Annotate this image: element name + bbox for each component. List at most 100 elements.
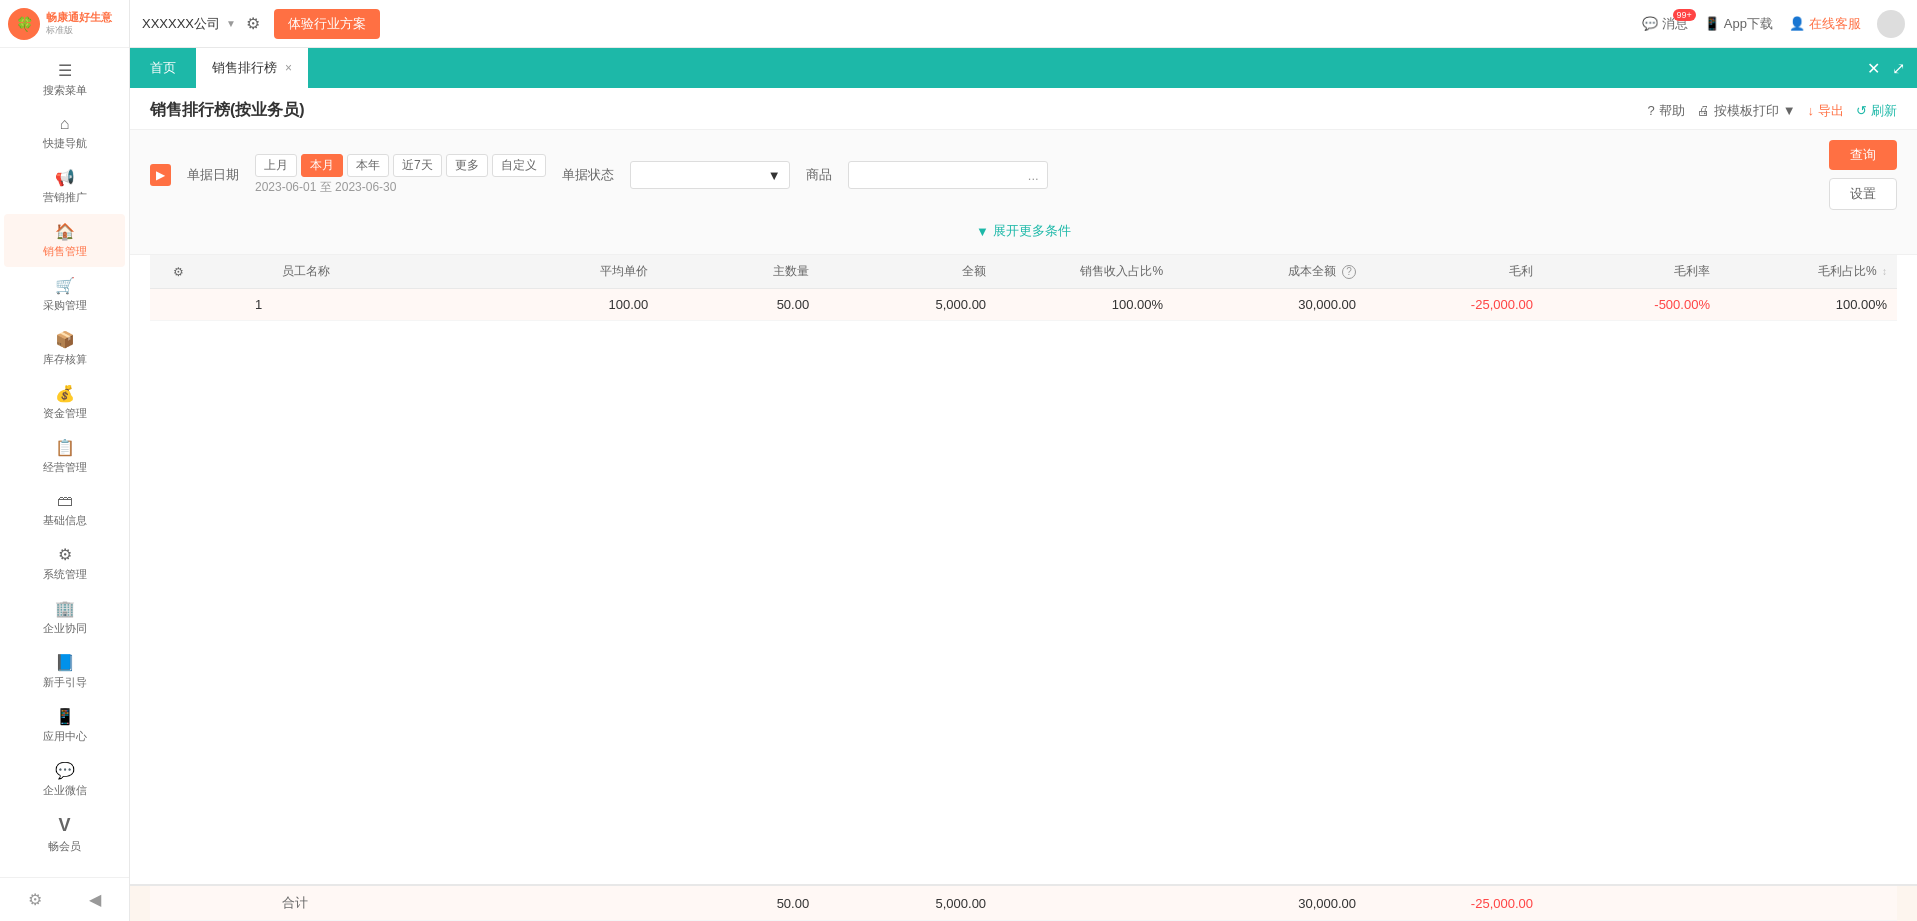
date-btn-7days[interactable]: 近7天 [393,154,442,177]
topbar-gear-icon[interactable]: ⚙ [246,14,260,33]
tab-home[interactable]: 首页 [130,48,196,88]
refresh-btn[interactable]: ↺ 刷新 [1856,102,1897,120]
footer-spacer [150,886,208,921]
sidebar-item-search-order[interactable]: ☰ 搜索菜单 [4,53,125,106]
filter-collapse-btn[interactable]: ▶ [150,164,171,186]
tab-active-label: 销售排行榜 [212,59,277,77]
footer-amount: 5,000.00 [819,886,996,921]
filter-bar: ▶ 单据日期 上月 本月 本年 近7天 更多 自定义 2023-06-01 至 … [130,130,1917,255]
sidebar-item-sales[interactable]: 🏠 销售管理 [4,214,125,267]
filter-row-1: ▶ 单据日期 上月 本月 本年 近7天 更多 自定义 2023-06-01 至 … [150,140,1897,210]
message-btn[interactable]: 💬 消息 99+ [1642,15,1688,33]
logo-icon: 🍀 [8,8,40,40]
row-settings [150,289,208,321]
help-label: 帮助 [1659,102,1685,120]
sidebar-item-inventory[interactable]: 📦 库存核算 [4,322,125,375]
template-print-btn[interactable]: 🖨 按模板打印 ▼ [1697,102,1796,120]
settings-footer-icon[interactable]: ⚙ [24,886,46,913]
ranking-table: ⚙ 员工名称 平均单价 主数量 全额 [150,255,1897,321]
help-icon: ? [1647,103,1654,118]
date-btn-custom[interactable]: 自定义 [492,154,546,177]
finance-icon: 💰 [55,384,75,403]
sidebar-item-guide[interactable]: 📘 新手引导 [4,645,125,698]
trial-btn[interactable]: 体验行业方案 [274,9,380,39]
goods-filter-label: 商品 [806,166,832,184]
footer-avg-price [497,886,658,921]
sidebar-item-app-center[interactable]: 📱 应用中心 [4,699,125,752]
topbar-right: 💬 消息 99+ 📱 App下载 👤 在线客服 [1642,10,1905,38]
row-sales-pct: 100.00% [996,289,1173,321]
col-qty: 主数量 [658,255,819,289]
sidebar-item-label: 畅会员 [48,839,81,854]
date-btn-this-month[interactable]: 本月 [301,154,343,177]
expand-icon: ▼ [976,224,989,239]
col-cost: 成本全额 ? [1173,255,1366,289]
sidebar-item-finance[interactable]: 💰 资金管理 [4,376,125,429]
profit-pct-sort-icon[interactable]: ↕ [1882,266,1887,277]
date-btn-more[interactable]: 更多 [446,154,488,177]
tab-close-icon[interactable]: × [285,61,292,75]
settings-btn[interactable]: 设置 [1829,178,1897,210]
date-range-display: 2023-06-01 至 2023-06-30 [255,179,546,196]
date-filter-label: 单据日期 [187,166,239,184]
goods-input-more-icon: ... [1028,168,1039,183]
online-service-btn[interactable]: 👤 在线客服 [1789,15,1861,33]
purchase-icon: 🛒 [55,276,75,295]
table-wrap: ⚙ 员工名称 平均单价 主数量 全额 [130,255,1917,884]
company-selector[interactable]: XXXXXX公司 ▼ [142,15,236,33]
export-label: 导出 [1818,102,1844,120]
cost-info-icon[interactable]: ? [1342,265,1356,279]
sidebar-item-quick-nav[interactable]: ⌂ 快捷导航 [4,107,125,159]
date-btn-last-month[interactable]: 上月 [255,154,297,177]
col-amount: 全额 [819,255,996,289]
col-rank [208,255,272,289]
settings-col-icon[interactable]: ⚙ [173,265,184,279]
sidebar-item-label: 基础信息 [43,513,87,528]
col-settings: ⚙ [150,255,208,289]
footer-qty: 50.00 [658,886,819,921]
tab-close-window-icon[interactable]: ✕ [1867,59,1880,78]
sidebar-item-basic-info[interactable]: 🗃 基础信息 [4,484,125,536]
row-rank: 1 [208,289,272,321]
collapse-sidebar-icon[interactable]: ◀ [85,886,105,913]
page-actions: ? 帮助 🖨 按模板打印 ▼ ↓ 导出 ↺ 刷新 [1647,102,1897,120]
topbar: XXXXXX公司 ▼ ⚙ 体验行业方案 💬 消息 99+ 📱 App下载 👤 在… [130,0,1917,48]
app-label: App下载 [1724,15,1773,33]
status-select[interactable]: ▼ [630,161,790,189]
message-badge: 99+ [1673,9,1696,21]
sidebar-item-label: 营销推广 [43,190,87,205]
sidebar-item-system[interactable]: ⚙ 系统管理 [4,537,125,590]
app-download-btn[interactable]: 📱 App下载 [1704,15,1773,33]
sidebar-item-label: 企业微信 [43,783,87,798]
expand-label: 展开更多条件 [993,222,1071,240]
page-title: 销售排行榜(按业务员) [150,100,305,121]
main-area: XXXXXX公司 ▼ ⚙ 体验行业方案 💬 消息 99+ 📱 App下载 👤 在… [130,0,1917,921]
sidebar-item-operations[interactable]: 📋 经营管理 [4,430,125,483]
tab-sales-ranking[interactable]: 销售排行榜 × [196,48,308,88]
help-btn[interactable]: ? 帮助 [1647,102,1684,120]
export-btn[interactable]: ↓ 导出 [1808,102,1845,120]
sidebar-item-marketing[interactable]: 📢 营销推广 [4,160,125,213]
sidebar-item-label: 搜索菜单 [43,83,87,98]
print-dropdown-icon: ▼ [1783,103,1796,118]
table-body: 1 100.00 50.00 5,000.00 [150,289,1897,321]
goods-input[interactable]: ... [848,161,1048,189]
content-area: 销售排行榜(按业务员) ? 帮助 🖨 按模板打印 ▼ ↓ 导出 ↺ 刷新 [130,88,1917,921]
sidebar-item-wechat[interactable]: 💬 企业微信 [4,753,125,806]
user-avatar[interactable] [1877,10,1905,38]
filter-right-buttons: 查询 设置 [1829,140,1897,210]
tab-maximize-icon[interactable]: ⤢ [1892,59,1905,78]
system-icon: ⚙ [58,545,72,564]
expand-more-btn[interactable]: ▼ 展开更多条件 [964,218,1083,244]
sidebar-item-member[interactable]: V 畅会员 [4,807,125,862]
sidebar-item-purchase[interactable]: 🛒 采购管理 [4,268,125,321]
sidebar-item-label: 经营管理 [43,460,87,475]
company-name: XXXXXX公司 [142,15,220,33]
sidebar-item-label: 系统管理 [43,567,87,582]
logo-tag: 标准版 [46,24,112,37]
query-btn[interactable]: 查询 [1829,140,1897,170]
date-btn-this-year[interactable]: 本年 [347,154,389,177]
row-amount: 5,000.00 [819,289,996,321]
refresh-label: 刷新 [1871,102,1897,120]
sidebar-item-enterprise[interactable]: 🏢 企业协同 [4,591,125,644]
